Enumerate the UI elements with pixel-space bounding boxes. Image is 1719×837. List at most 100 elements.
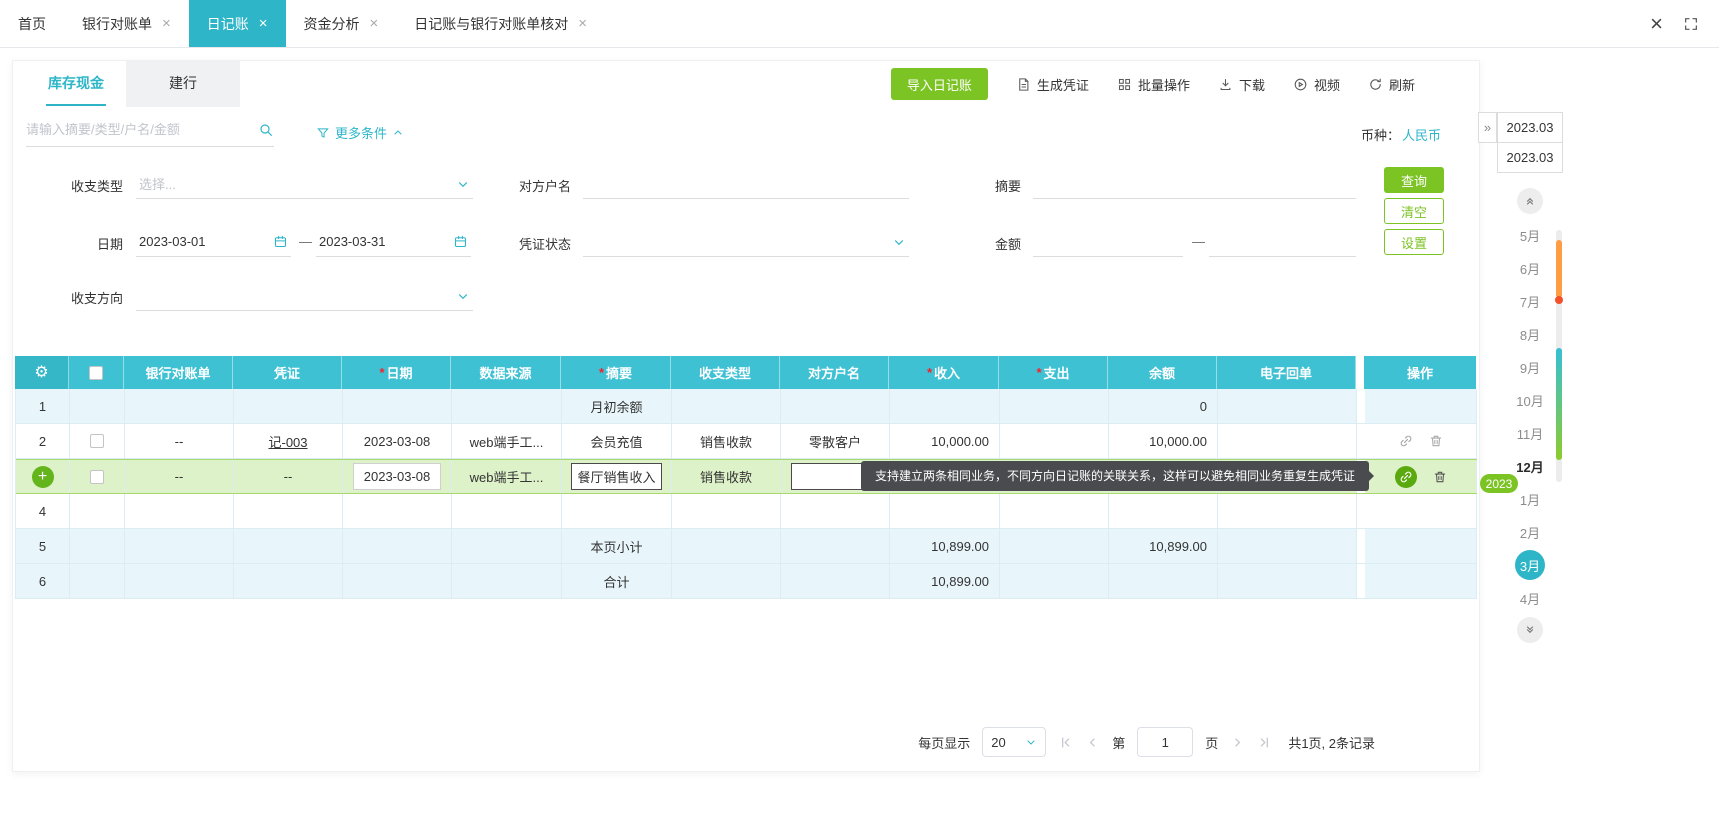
month-item[interactable]: 11月 <box>1508 417 1552 450</box>
search-icon[interactable] <box>258 122 274 138</box>
link-icon[interactable] <box>1399 434 1413 448</box>
voucher-link[interactable]: 记-003 <box>268 432 307 451</box>
tab-close-icon[interactable]: × <box>370 16 379 31</box>
month-item[interactable]: 2月 <box>1508 516 1552 549</box>
generate-voucher-button[interactable]: 生成凭证 <box>1016 75 1089 94</box>
month-item[interactable]: 4月 <box>1508 582 1552 615</box>
clear-button[interactable]: 清空 <box>1384 198 1444 224</box>
tab-item[interactable]: 日记账与银行对账单核对 × <box>396 0 605 47</box>
tab-item[interactable]: 银行对账单 × <box>64 0 189 47</box>
trash-icon[interactable] <box>1433 470 1447 484</box>
month-item[interactable]: 3月 <box>1508 549 1552 582</box>
tab-item[interactable]: 日记账 × <box>188 0 286 47</box>
row-actions-cell <box>1365 389 1477 423</box>
column-header-summary[interactable]: * 摘要 <box>561 356 671 389</box>
settings-button[interactable]: 设置 <box>1384 229 1444 255</box>
play-icon <box>1293 77 1308 92</box>
summary-label: 摘要 <box>994 179 1021 194</box>
batch-operations-button[interactable]: 批量操作 <box>1117 75 1190 94</box>
table-row: 4 <box>16 494 1477 529</box>
activity-scrollbar[interactable] <box>1555 230 1563 482</box>
tab-close-icon[interactable]: × <box>259 16 268 31</box>
tooltip-text: 支持建立两条相同业务，不同方向日记账的关联关系，这样可以避免相同业务重复生成凭证 <box>874 469 1355 483</box>
column-header-category[interactable]: 收支类型 <box>671 356 780 389</box>
add-row-button[interactable]: + <box>31 465 54 488</box>
cell-income <box>890 494 1000 528</box>
import-journal-button[interactable]: 导入日记账 <box>890 68 988 100</box>
download-button[interactable]: 下载 <box>1218 75 1265 94</box>
inline-edit-summary[interactable]: 餐厅销售收入 <box>571 463 662 490</box>
column-label: 收支类型 <box>698 366 751 381</box>
scrollbar-orange-dot <box>1555 296 1563 304</box>
link-icon[interactable] <box>1394 465 1417 488</box>
month-item[interactable]: 10月 <box>1508 384 1552 417</box>
table-row: 6 合计 10,899.00 <box>16 564 1477 599</box>
settings-gear-cell[interactable]: ⚙ <box>15 356 69 389</box>
trash-icon[interactable] <box>1429 434 1443 448</box>
tab-item[interactable]: 资金分析 × <box>286 0 397 47</box>
tab-bank-account[interactable]: 建行 <box>126 61 240 107</box>
column-header-date[interactable]: * 日期 <box>342 356 451 389</box>
required-star: * <box>598 365 605 380</box>
per-page-select[interactable]: 20 <box>982 727 1047 757</box>
cell-source: web端手工... <box>452 460 562 493</box>
column-header-counterparty[interactable]: 对方户名 <box>780 356 889 389</box>
amount-from-input[interactable] <box>1033 227 1183 257</box>
batch-icon <box>1117 77 1132 92</box>
month-item[interactable]: 6月 <box>1508 252 1552 285</box>
row-checkbox-cell <box>70 460 125 493</box>
cell-text: 零散客户 <box>808 434 861 450</box>
first-page-icon[interactable] <box>1058 735 1073 750</box>
last-page-icon[interactable] <box>1257 735 1272 750</box>
amount-to-input[interactable] <box>1209 227 1356 257</box>
tab-cash-account[interactable]: 库存现金 <box>26 61 126 107</box>
row-checkbox[interactable] <box>90 434 104 448</box>
query-button[interactable]: 查询 <box>1384 167 1444 193</box>
counterparty-input[interactable] <box>583 169 909 199</box>
period-selected[interactable]: 2023.03 <box>1497 142 1563 173</box>
collapse-icon[interactable]: » <box>1478 112 1497 143</box>
cell-balance <box>1109 494 1218 528</box>
date-to-input[interactable]: 2023-03-31 <box>316 227 471 257</box>
tab-item[interactable]: 首页 <box>0 0 64 47</box>
month-item[interactable]: 5月 <box>1508 219 1552 252</box>
row-checkbox[interactable] <box>90 469 104 484</box>
inline-edit-date[interactable]: 2023-03-08 <box>353 463 441 490</box>
search-input[interactable] <box>26 122 258 137</box>
month-item[interactable]: 9月 <box>1508 351 1552 384</box>
month-item[interactable]: 7月 <box>1508 285 1552 318</box>
month-item[interactable]: 8月 <box>1508 318 1552 351</box>
column-header-receipt[interactable]: 电子回单 <box>1217 356 1356 389</box>
tab-close-icon[interactable]: × <box>578 16 587 31</box>
page-number-input[interactable]: 1 <box>1137 727 1194 757</box>
column-header-expense[interactable]: * 支出 <box>999 356 1108 389</box>
scroll-down-button[interactable] <box>1517 617 1543 643</box>
next-page-icon[interactable] <box>1230 735 1245 750</box>
column-header-income[interactable]: * 收入 <box>889 356 999 389</box>
chevron-down-icon <box>1025 736 1037 748</box>
table-body: 1 月初余额 0 2 -- 记-003 2023-03-08 web端手工... 会员充值 销售收… <box>15 389 1477 599</box>
direction-select[interactable] <box>136 281 473 311</box>
column-header-source[interactable]: 数据来源 <box>451 356 561 389</box>
prev-page-icon[interactable] <box>1085 735 1100 750</box>
column-header-bank[interactable]: 银行对账单 <box>124 356 233 389</box>
voucher-status-select[interactable] <box>583 227 909 257</box>
close-icon[interactable]: × <box>1650 12 1663 35</box>
date-from-input[interactable]: 2023-03-01 <box>136 227 291 257</box>
tab-close-icon[interactable]: × <box>162 16 171 31</box>
scroll-up-button[interactable] <box>1517 188 1543 214</box>
summary-input[interactable] <box>1033 169 1356 199</box>
refresh-button[interactable]: 刷新 <box>1368 75 1415 94</box>
fullscreen-icon[interactable] <box>1683 16 1699 32</box>
column-header-balance[interactable]: 余额 <box>1108 356 1217 389</box>
month-label: 4月 <box>1519 592 1541 607</box>
column-header-voucher[interactable]: 凭证 <box>233 356 342 389</box>
year-badge: 2023 <box>1480 474 1518 493</box>
cell-text: web端手工... <box>469 470 544 485</box>
video-button[interactable]: 视频 <box>1293 75 1340 94</box>
cell-date <box>343 529 452 563</box>
more-conditions-toggle[interactable]: 更多条件 <box>316 123 404 142</box>
cell-text: -- <box>283 469 293 484</box>
income-type-select[interactable]: 选择... <box>136 169 473 199</box>
select-all-checkbox[interactable] <box>89 365 103 380</box>
